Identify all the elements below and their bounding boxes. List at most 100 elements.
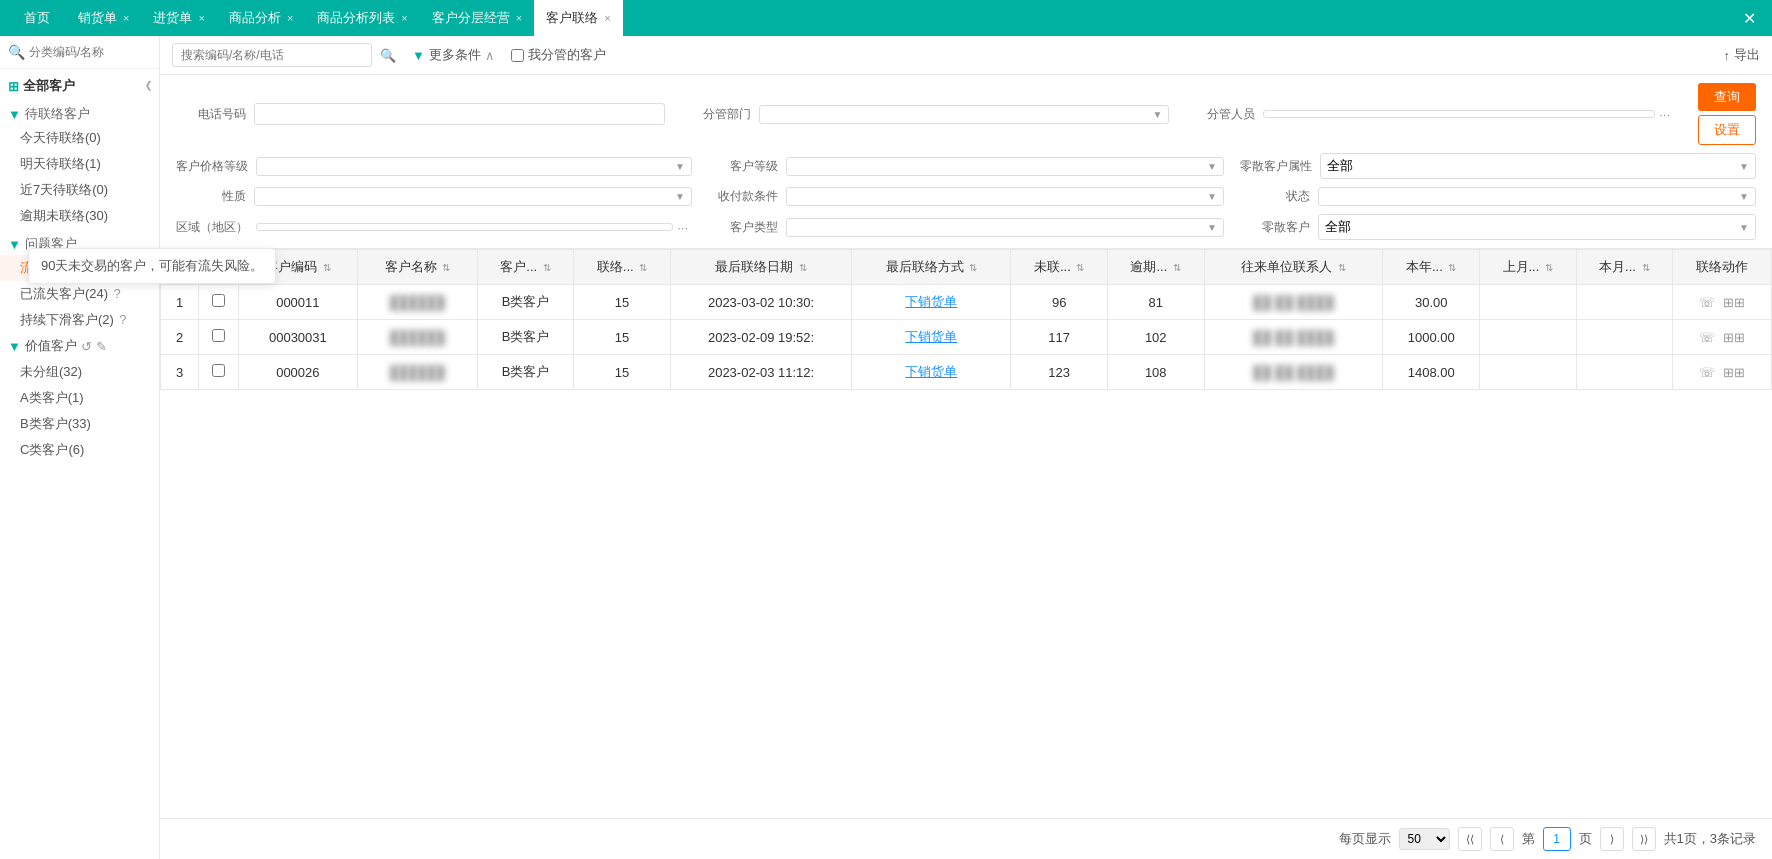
price-tier-select[interactable]: ▼ bbox=[256, 157, 692, 176]
filter-search-icon[interactable]: 🔍 bbox=[380, 48, 396, 63]
col-name[interactable]: 客户名称 ⇅ bbox=[358, 250, 478, 285]
customer-tier-select[interactable]: ▼ bbox=[786, 157, 1224, 176]
sidebar-item-class-a[interactable]: A类客户(1) bbox=[0, 385, 159, 411]
close-analysis-list-icon[interactable]: × bbox=[401, 12, 407, 24]
col-this-month[interactable]: 本月... ⇅ bbox=[1576, 250, 1673, 285]
region-field: 区域（地区） ··· bbox=[176, 219, 692, 236]
sidebar-item-class-c[interactable]: C类客户(6) bbox=[0, 437, 159, 463]
cell-index: 1 bbox=[161, 285, 199, 320]
sidebar-item-churned[interactable]: 已流失客户(24) ? bbox=[0, 281, 159, 307]
action-contact-icon[interactable]: ☏ bbox=[1699, 330, 1715, 345]
home-tab-label: 首页 bbox=[24, 9, 50, 27]
gender-select[interactable]: ▼ bbox=[254, 187, 692, 206]
tab-analysis[interactable]: 商品分析 × bbox=[217, 0, 305, 36]
zero-retail-attr-select[interactable]: 全部 ▼ bbox=[1320, 153, 1756, 179]
class-a-label: A类客户(1) bbox=[20, 390, 84, 405]
customer-type-select[interactable]: ▼ bbox=[786, 218, 1224, 237]
cell-checkbox bbox=[199, 320, 239, 355]
contact-type-link[interactable]: 下销货单 bbox=[905, 294, 957, 309]
payment-select[interactable]: ▼ bbox=[786, 187, 1224, 206]
region-select[interactable] bbox=[256, 223, 673, 231]
col-no-contact-days[interactable]: 未联... ⇅ bbox=[1011, 250, 1108, 285]
tab-customer-tier[interactable]: 客户分层经营 × bbox=[420, 0, 534, 36]
tab-customer-crm-label: 客户联络 bbox=[546, 9, 598, 27]
tab-analysis-list[interactable]: 商品分析列表 × bbox=[305, 0, 419, 36]
last-page-button[interactable]: ⟩⟩ bbox=[1632, 827, 1656, 851]
all-customers-header[interactable]: ⊞ 全部客户 《 bbox=[0, 69, 159, 99]
table-area: ⚙ 客户编码 ⇅ 客户名称 ⇅ bbox=[160, 249, 1772, 818]
prev-page-button[interactable]: ⟨ bbox=[1490, 827, 1514, 851]
settings-button[interactable]: 设置 bbox=[1698, 115, 1756, 145]
dept-select[interactable]: ▼ bbox=[759, 105, 1170, 124]
sidebar-item-declining[interactable]: 持续下滑客户(2) ? bbox=[0, 307, 159, 333]
contact-type-link[interactable]: 下销货单 bbox=[905, 329, 957, 344]
cell-last-type: 下销货单 bbox=[852, 320, 1011, 355]
cell-last-date: 2023-02-03 11:12: bbox=[670, 355, 851, 390]
row-checkbox[interactable] bbox=[212, 294, 225, 307]
close-sales-icon[interactable]: × bbox=[123, 12, 129, 24]
sidebar-item-7days[interactable]: 近7天待联络(0) bbox=[0, 177, 159, 203]
per-page-select[interactable]: 50 100 bbox=[1399, 828, 1450, 850]
col-this-year[interactable]: 本年... ⇅ bbox=[1383, 250, 1480, 285]
home-tab[interactable]: 首页 bbox=[8, 0, 66, 36]
col-tier[interactable]: 客户... ⇅ bbox=[477, 250, 574, 285]
sidebar-item-ungroup[interactable]: 未分组(32) bbox=[0, 359, 159, 385]
tab-purchase[interactable]: 进货单 × bbox=[141, 0, 216, 36]
close-analysis-icon[interactable]: × bbox=[287, 12, 293, 24]
action-contact-icon[interactable]: ☏ bbox=[1699, 295, 1715, 310]
region-label: 区域（地区） bbox=[176, 219, 248, 236]
status-select[interactable]: ▼ bbox=[1318, 187, 1756, 206]
sort-this-month-icon: ⇅ bbox=[1642, 262, 1650, 273]
zero-retail-select[interactable]: 全部 ▼ bbox=[1318, 214, 1756, 240]
my-customers-checkbox[interactable] bbox=[511, 49, 524, 62]
query-button[interactable]: 查询 bbox=[1698, 83, 1756, 111]
sort-contact-person-icon: ⇅ bbox=[1338, 262, 1346, 273]
sidebar-item-tomorrow[interactable]: 明天待联络(1) bbox=[0, 151, 159, 177]
dept-field: 分管部门 ▼ bbox=[681, 105, 1170, 124]
status-field: 状态 ▼ bbox=[1240, 187, 1756, 206]
action-more-icon[interactable]: ⊞⊞ bbox=[1723, 365, 1745, 380]
close-customer-tier-icon[interactable]: × bbox=[516, 12, 522, 24]
sidebar-collapse-icon[interactable]: 《 bbox=[140, 79, 151, 94]
sidebar-section-value[interactable]: ▼ 价值客户 ↺ ✎ bbox=[0, 333, 159, 359]
manager-dots-icon[interactable]: ··· bbox=[1655, 107, 1674, 122]
data-table: ⚙ 客户编码 ⇅ 客户名称 ⇅ bbox=[160, 249, 1772, 390]
col-contact-person[interactable]: 往来单位联系人 ⇅ bbox=[1204, 250, 1383, 285]
close-purchase-icon[interactable]: × bbox=[198, 12, 204, 24]
question2-icon: ? bbox=[119, 312, 126, 327]
row-checkbox[interactable] bbox=[212, 329, 225, 342]
action-contact-icon[interactable]: ☏ bbox=[1699, 365, 1715, 380]
sidebar-search-input[interactable] bbox=[29, 45, 160, 59]
sidebar-section-pending[interactable]: ▼ 待联络客户 bbox=[0, 99, 159, 125]
first-page-button[interactable]: ⟨⟨ bbox=[1458, 827, 1482, 851]
action-more-icon[interactable]: ⊞⊞ bbox=[1723, 330, 1745, 345]
phone-input[interactable] bbox=[254, 103, 665, 125]
more-conditions-label: 更多条件 bbox=[429, 46, 481, 64]
sidebar-item-today[interactable]: 今天待联络(0) bbox=[0, 125, 159, 151]
edit-icon[interactable]: ✎ bbox=[96, 339, 107, 354]
close-all-button[interactable]: ✕ bbox=[1735, 9, 1764, 28]
search-input[interactable] bbox=[172, 43, 372, 67]
more-conditions-button[interactable]: ▼ 更多条件 ∧ bbox=[404, 42, 503, 68]
col-last-month[interactable]: 上月... ⇅ bbox=[1479, 250, 1576, 285]
contact-type-link[interactable]: 下销货单 bbox=[905, 364, 957, 379]
close-customer-crm-icon[interactable]: × bbox=[604, 12, 610, 24]
next-page-button[interactable]: ⟩ bbox=[1600, 827, 1624, 851]
sidebar-item-class-b[interactable]: B类客户(33) bbox=[0, 411, 159, 437]
row-checkbox[interactable] bbox=[212, 364, 225, 377]
refresh-icon[interactable]: ↺ bbox=[81, 339, 92, 354]
zero-retail-attr-label: 零散客户属性 bbox=[1240, 158, 1312, 175]
tab-sales[interactable]: 销货单 × bbox=[66, 0, 141, 36]
tab-customer-crm[interactable]: 客户联络 × bbox=[534, 0, 622, 36]
page-prefix-label: 第 bbox=[1522, 830, 1535, 848]
manager-select[interactable] bbox=[1263, 110, 1655, 118]
export-button[interactable]: ↑ 导出 bbox=[1724, 46, 1761, 64]
col-last-contact-type[interactable]: 最后联络方式 ⇅ bbox=[852, 250, 1011, 285]
region-dots-icon[interactable]: ··· bbox=[673, 220, 692, 235]
col-overdue[interactable]: 逾期... ⇅ bbox=[1107, 250, 1204, 285]
col-contact-count[interactable]: 联络... ⇅ bbox=[574, 250, 671, 285]
col-last-contact-date[interactable]: 最后联络日期 ⇅ bbox=[670, 250, 851, 285]
sidebar-item-overdue[interactable]: 逾期未联络(30) bbox=[0, 203, 159, 229]
total-label: 共1页，3条记录 bbox=[1664, 830, 1756, 848]
action-more-icon[interactable]: ⊞⊞ bbox=[1723, 295, 1745, 310]
